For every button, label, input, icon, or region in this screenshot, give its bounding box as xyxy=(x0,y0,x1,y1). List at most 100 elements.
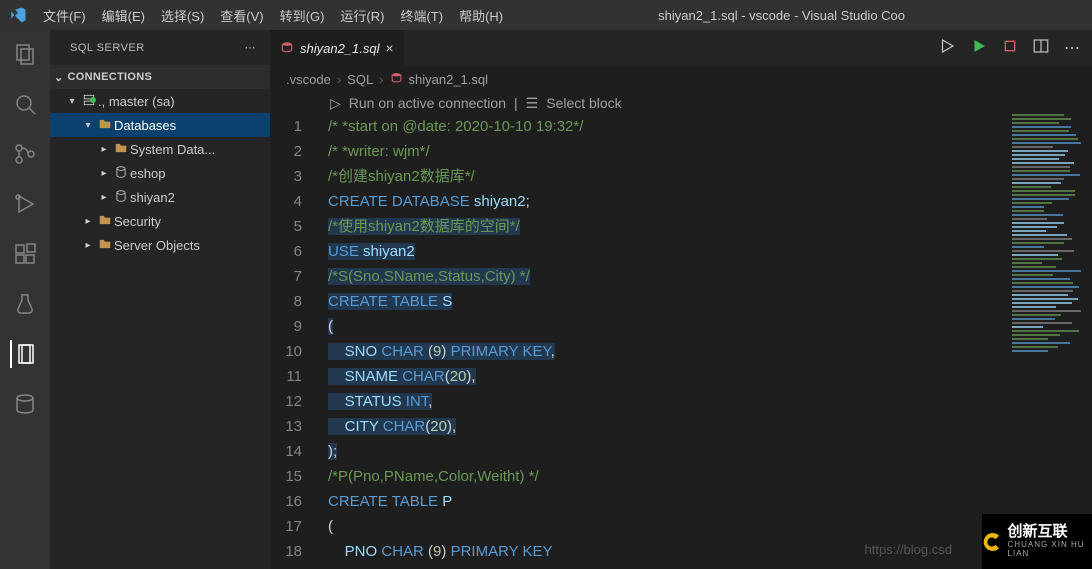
sidebar: SQL SERVER ⋯ ⌄ CONNECTIONS ▾., master (s… xyxy=(50,30,270,569)
chevron-icon: ▸ xyxy=(80,216,96,227)
breadcrumb-item[interactable]: shiyan2_1.sql xyxy=(409,72,489,87)
execute-icon[interactable] xyxy=(938,37,956,60)
code-line[interactable]: STATUS INT, xyxy=(320,389,1092,414)
folder-icon xyxy=(96,213,114,230)
menu-item[interactable]: 选择(S) xyxy=(153,6,212,25)
tree-label: shiyan2 xyxy=(130,190,270,205)
sql-server-icon[interactable] xyxy=(10,340,38,368)
chevron-icon: ▸ xyxy=(96,168,112,179)
menu-item[interactable]: 查看(V) xyxy=(212,6,271,25)
menu-item[interactable]: 运行(R) xyxy=(332,6,392,25)
db-icon xyxy=(112,165,130,182)
watermark-text: https://blog.csd xyxy=(865,542,952,557)
code-line[interactable]: CREATE TABLE S xyxy=(320,289,1092,314)
tree-item[interactable]: ▸ Server Objects xyxy=(50,233,270,257)
connections-label: CONNECTIONS xyxy=(64,71,153,83)
corner-logo: 创新互联 CHUANG XIN HU LIAN xyxy=(982,514,1092,569)
tree-item[interactable]: ▸ eshop xyxy=(50,161,270,185)
editor-actions: ⋯ xyxy=(938,30,1092,66)
editor-tab[interactable]: shiyan2_1.sql × xyxy=(270,30,405,66)
chevron-icon: ▸ xyxy=(96,192,112,203)
code-line[interactable]: /* *start on @date: 2020-10-10 19:32*/ xyxy=(320,114,1092,139)
line-gutter: 123456789101112131415161718 xyxy=(270,114,320,569)
tree-label: Server Objects xyxy=(114,238,270,253)
db-icon xyxy=(112,189,130,206)
title-bar: 文件(F)编辑(E)选择(S)查看(V)转到(G)运行(R)终端(T)帮助(H)… xyxy=(0,0,1092,30)
tree-label: Databases xyxy=(114,118,270,133)
code-line[interactable]: /*创建shiyan2数据库*/ xyxy=(320,164,1092,189)
more-actions-icon[interactable]: ⋯ xyxy=(1064,38,1080,58)
tab-filename: shiyan2_1.sql xyxy=(300,41,380,56)
tree-item[interactable]: ▾ ., master (sa) xyxy=(50,89,270,113)
explorer-icon[interactable] xyxy=(11,40,39,68)
tree-label: ., master (sa) xyxy=(98,94,270,109)
chevron-right-icon: › xyxy=(379,72,383,87)
sidebar-title-text: SQL SERVER xyxy=(70,42,145,54)
tree-item[interactable]: ▾ Databases xyxy=(50,113,270,137)
code-line[interactable]: SNAME CHAR(20), xyxy=(320,364,1092,389)
code-line[interactable]: ( xyxy=(320,314,1092,339)
code-line[interactable]: ); xyxy=(320,439,1092,464)
menu-item[interactable]: 文件(F) xyxy=(35,6,94,25)
menu-item[interactable]: 帮助(H) xyxy=(451,6,511,25)
source-control-icon[interactable] xyxy=(11,140,39,168)
code-line[interactable]: SNO CHAR (9) PRIMARY KEY, xyxy=(320,339,1092,364)
server-icon xyxy=(80,93,98,110)
corner-brand: 创新互联 xyxy=(1008,524,1092,541)
code-line[interactable]: /*S(Sno,SName,Status,City) */ xyxy=(320,264,1092,289)
code-line[interactable]: /* *writer: wjm*/ xyxy=(320,139,1092,164)
chevron-right-icon: › xyxy=(337,72,341,87)
chevron-icon: ▸ xyxy=(96,144,112,155)
chevron-icon: ▾ xyxy=(80,120,96,131)
code-line[interactable]: CITY CHAR(20), xyxy=(320,414,1092,439)
tree-item[interactable]: ▸ shiyan2 xyxy=(50,185,270,209)
window-title: shiyan2_1.sql - vscode - Visual Studio C… xyxy=(511,8,1092,23)
folder-icon xyxy=(96,237,114,254)
debug-icon[interactable] xyxy=(11,190,39,218)
play-icon: ▷ xyxy=(330,95,341,112)
code-editor[interactable]: 123456789101112131415161718 /* *start on… xyxy=(270,114,1092,569)
breadcrumb-item[interactable]: .vscode xyxy=(286,72,331,87)
corner-sub: CHUANG XIN HU LIAN xyxy=(1008,541,1092,559)
tree-label: System Data... xyxy=(130,142,270,157)
minimap[interactable] xyxy=(1012,114,1082,384)
code-line[interactable]: CREATE DATABASE shiyan2; xyxy=(320,189,1092,214)
chevron-icon: ▸ xyxy=(80,240,96,251)
tab-bar: shiyan2_1.sql × ⋯ xyxy=(270,30,1092,66)
code-line[interactable]: CREATE TABLE P xyxy=(320,489,1092,514)
menu-bar: 文件(F)编辑(E)选择(S)查看(V)转到(G)运行(R)终端(T)帮助(H) xyxy=(35,6,511,25)
testing-icon[interactable] xyxy=(11,290,39,318)
sql-file-icon xyxy=(280,40,294,57)
code-lines[interactable]: /* *start on @date: 2020-10-10 19:32*//*… xyxy=(320,114,1092,569)
code-line[interactable]: USE shiyan2 xyxy=(320,239,1092,264)
code-line[interactable]: ( xyxy=(320,514,1092,539)
close-icon[interactable]: × xyxy=(386,40,394,56)
activity-bar xyxy=(0,30,50,569)
extensions-icon[interactable] xyxy=(11,240,39,268)
tree-label: Security xyxy=(114,214,270,229)
menu-item[interactable]: 转到(G) xyxy=(272,6,333,25)
chevron-icon: ▾ xyxy=(64,96,80,107)
stop-icon[interactable] xyxy=(1002,38,1018,59)
menu-item[interactable]: 编辑(E) xyxy=(94,6,153,25)
search-icon[interactable] xyxy=(11,90,39,118)
folder-icon xyxy=(96,117,114,134)
code-line[interactable]: PNO CHAR (9) PRIMARY KEY xyxy=(320,539,1092,564)
split-editor-icon[interactable] xyxy=(1032,37,1050,60)
editor-area: shiyan2_1.sql × ⋯ .vscode › SQL › shiyan… xyxy=(270,30,1092,569)
tree-label: eshop xyxy=(130,166,270,181)
run-icon[interactable] xyxy=(970,37,988,60)
connections-header[interactable]: ⌄ CONNECTIONS xyxy=(50,65,270,89)
select-block-link[interactable]: Select block xyxy=(546,95,621,111)
code-line[interactable]: /*使用shiyan2数据库的空间*/ xyxy=(320,214,1092,239)
menu-item[interactable]: 终端(T) xyxy=(392,6,451,25)
code-line[interactable]: /*P(Pno,PName,Color,Weitht) */ xyxy=(320,464,1092,489)
breadcrumb-item[interactable]: SQL xyxy=(347,72,373,87)
run-connection-link[interactable]: Run on active connection xyxy=(349,95,506,111)
list-icon: ☰ xyxy=(526,95,539,112)
tree-item[interactable]: ▸ Security xyxy=(50,209,270,233)
sidebar-more-icon[interactable]: ⋯ xyxy=(245,41,257,54)
tree-item[interactable]: ▸ System Data... xyxy=(50,137,270,161)
breadcrumbs[interactable]: .vscode › SQL › shiyan2_1.sql xyxy=(270,66,1092,92)
database-icon[interactable] xyxy=(11,390,39,418)
